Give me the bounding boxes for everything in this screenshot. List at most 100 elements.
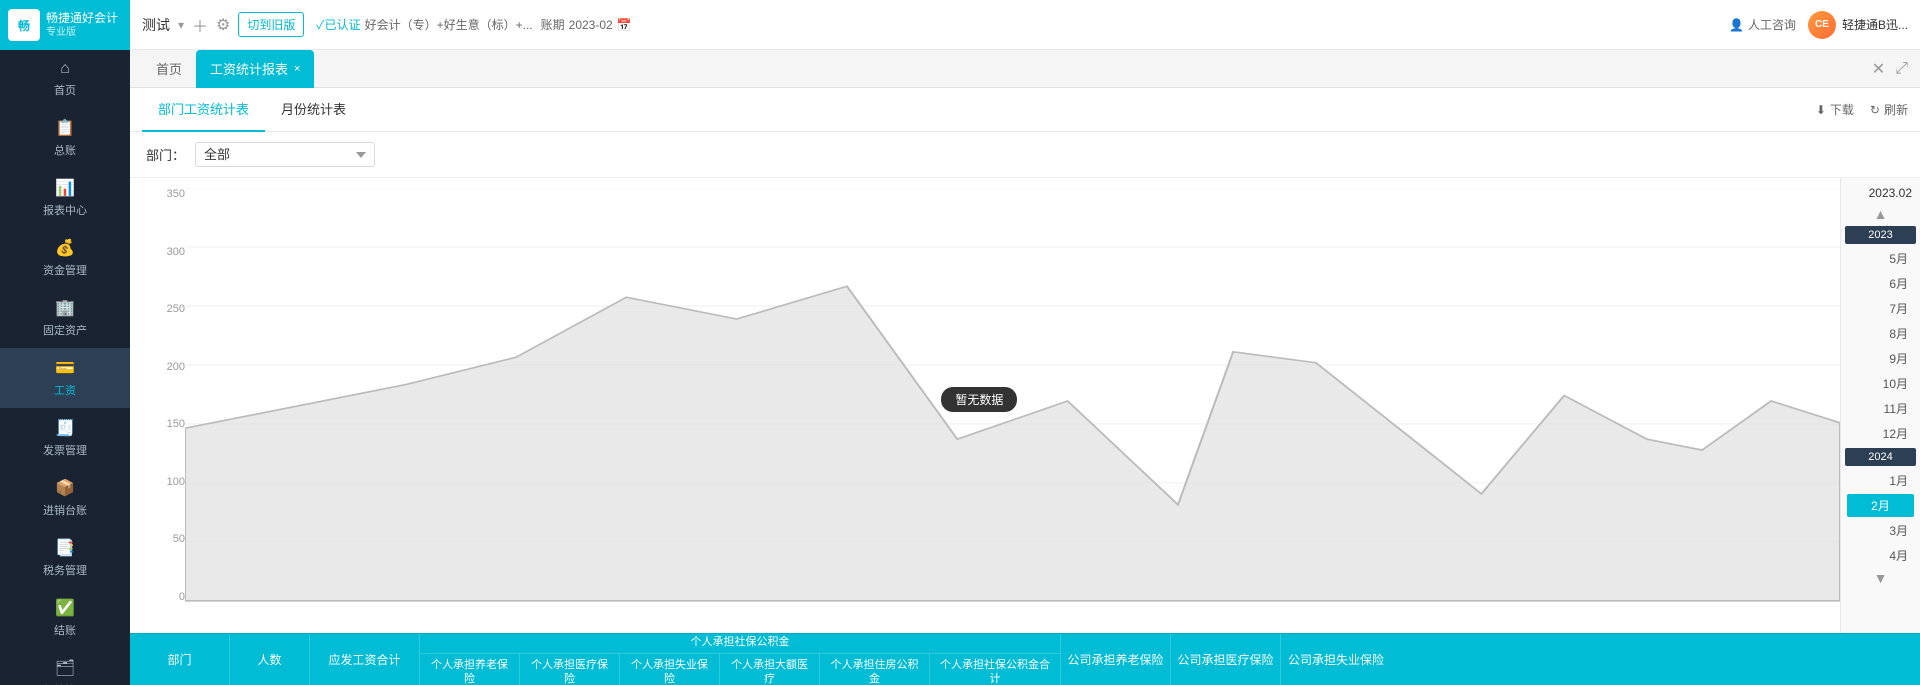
year-2024-label: 2024 — [1845, 448, 1916, 466]
topbar-right: 👤 人工咨询 CE 轻捷通B迅... — [1729, 11, 1908, 39]
sub-tab-actions: ⬇ 下载 ↻ 刷新 — [1816, 101, 1908, 118]
topbar-tags: ✓已认证 好会计（专）+好生意（标）+... — [316, 16, 532, 33]
month-jun-2023[interactable]: 6月 — [1841, 271, 1920, 296]
sidebar-icon-invoices: 🧾 — [55, 418, 75, 438]
y-label-250: 250 — [150, 303, 185, 315]
tab-payroll-report[interactable]: 工资统计报表 × — [196, 50, 314, 88]
y-label-300: 300 — [150, 246, 185, 258]
month-oct-2023[interactable]: 10月 — [1841, 371, 1920, 396]
year-2023-label: 2023 — [1845, 226, 1916, 244]
col-personal-major-medical: 个人承担大额医疗 — [720, 654, 820, 685]
dept-filter-select[interactable]: 全部 部门A 部门B — [195, 142, 375, 167]
help-label: 人工咨询 — [1748, 16, 1796, 33]
month-mar-2024[interactable]: 3月 — [1841, 518, 1920, 543]
sidebar-icon-tax: 📑 — [55, 538, 75, 558]
col-headcount: 人数 — [230, 634, 310, 685]
sidebar-label-payroll: 工资 — [54, 382, 76, 398]
col-dept: 部门 — [130, 634, 230, 685]
download-button[interactable]: ⬇ 下载 — [1816, 101, 1854, 118]
logo-text: 畅捷通好会计 专业版 — [46, 11, 118, 40]
period-label: 账期 — [541, 16, 565, 33]
chart-section: 350 300 250 200 150 100 50 0 — [130, 178, 1920, 633]
sidebar-icon-payroll: 💳 — [55, 358, 75, 378]
sidebar-icon-archive: 🗂 — [55, 658, 75, 678]
col-total-salary: 应发工资合计 — [310, 634, 420, 685]
sidebar-logo: 畅 畅捷通好会计 专业版 — [0, 0, 130, 50]
refresh-button[interactable]: ↻ 刷新 — [1870, 101, 1908, 118]
sidebar-label-ledger: 总账 — [54, 142, 76, 158]
sidebar-label-settlement: 结账 — [54, 622, 76, 638]
company-dropdown-icon[interactable]: ▾ — [178, 18, 184, 32]
month-apr-2024[interactable]: 4月 — [1841, 543, 1920, 568]
settings-icon[interactable]: ⚙ — [216, 15, 230, 35]
expand-panel-icon[interactable]: ⤢ — [1895, 60, 1908, 78]
sidebar-icon-funds: 💰 — [55, 238, 75, 258]
topbar: 测试 ▾ ＋ ⚙ 切到旧版 ✓已认证 好会计（专）+好生意（标）+... 账期 … — [130, 0, 1920, 50]
product-tags: 好会计（专）+好生意（标）+... — [365, 16, 533, 33]
sidebar-label-funds: 资金管理 — [43, 262, 87, 278]
switch-version-button[interactable]: 切到旧版 — [238, 12, 304, 37]
sidebar-item-settlement[interactable]: ✅ 结账 — [0, 588, 130, 648]
y-label-0: 0 — [150, 591, 185, 603]
sidebar-item-funds[interactable]: 💰 资金管理 — [0, 228, 130, 288]
sidebar-item-home[interactable]: ⌂ 首页 — [0, 50, 130, 108]
col-group-cells: 个人承担养老保险 个人承担医疗保险 个人承担失业保险 个人承担大额医疗 个人承担… — [420, 654, 1060, 685]
month-sep-2023[interactable]: 9月 — [1841, 346, 1920, 371]
y-label-350: 350 — [150, 188, 185, 200]
sidebar-item-assets[interactable]: 🏢 固定资产 — [0, 288, 130, 348]
sidebar-item-archive[interactable]: 🗂 归档管理 — [0, 648, 130, 685]
month-feb-2024[interactable]: 2月 — [1847, 494, 1914, 517]
account-period: 账期 2023-02 📅 — [541, 16, 632, 33]
month-dec-2023[interactable]: 12月 — [1841, 421, 1920, 446]
content-area: 首页 工资统计报表 × ✕ ⤢ 部门工资统计表 月份统计表 ⬇ — [130, 50, 1920, 685]
col-company-unemployment: 公司承担失业保险 — [1281, 634, 1391, 685]
col-personal-unemployment: 个人承担失业保险 — [620, 654, 720, 685]
calendar-icon[interactable]: 📅 — [617, 18, 632, 32]
sidebar-nav: ⌂ 首页 📋 总账 📊 报表中心 💰 资金管理 🏢 固定资产 💳 工资 🧾 发票… — [0, 50, 130, 685]
add-button[interactable]: ＋ — [192, 13, 208, 37]
sidebar-item-invoices[interactable]: 🧾 发票管理 — [0, 408, 130, 468]
logo-icon: 畅 — [8, 9, 40, 41]
help-button[interactable]: 👤 人工咨询 — [1729, 16, 1796, 33]
close-panel-icon[interactable]: ✕ — [1872, 59, 1885, 79]
period-value: 2023-02 — [569, 18, 613, 32]
user-menu[interactable]: CE 轻捷通B迅... — [1808, 11, 1908, 39]
sidebar-icon-reports: 📊 — [55, 178, 75, 198]
sidebar-label-tax: 税务管理 — [43, 562, 87, 578]
chart-svg — [185, 188, 1840, 603]
sidebar-item-tax[interactable]: 📑 税务管理 — [0, 528, 130, 588]
month-jul-2023[interactable]: 7月 — [1841, 296, 1920, 321]
sidebar-label-home: 首页 — [54, 82, 76, 98]
company-name: 测试 — [142, 15, 170, 35]
side-panel-nav-up[interactable]: ▲ — [1841, 204, 1920, 224]
month-aug-2023[interactable]: 8月 — [1841, 321, 1920, 346]
sidebar-icon-home: ⌂ — [60, 60, 70, 78]
col-company-pension: 公司承担养老保险 — [1061, 634, 1171, 685]
sidebar-label-reports: 报表中心 — [43, 202, 87, 218]
table-header: 部门 人数 应发工资合计 个人承担社保公积金 个人承担养老保险 个人承担医疗保险 — [130, 633, 1920, 685]
tab-home[interactable]: 首页 — [142, 50, 196, 88]
sub-tab-month[interactable]: 月份统计表 — [265, 88, 362, 132]
month-nov-2023[interactable]: 11月 — [1841, 396, 1920, 421]
y-label-100: 100 — [150, 476, 185, 488]
side-panel-nav-down[interactable]: ▼ — [1841, 568, 1920, 588]
sidebar-icon-ledger: 📋 — [55, 118, 75, 138]
sidebar-item-payroll[interactable]: 💳 工资 — [0, 348, 130, 408]
side-panel: 2023.02 ▲ 2023 5月 6月 7月 8月 9月 10月 11月 12… — [1840, 178, 1920, 633]
y-label-50: 50 — [150, 533, 185, 545]
month-jan-2024[interactable]: 1月 — [1841, 468, 1920, 493]
sidebar-item-sales[interactable]: 📦 进销台账 — [0, 468, 130, 528]
side-panel-year-display: 2023.02 — [1841, 182, 1920, 204]
username: 轻捷通B迅... — [1842, 16, 1908, 33]
month-may-2023[interactable]: 5月 — [1841, 246, 1920, 271]
chart-area: 暂无数据 — [185, 188, 1840, 603]
sub-tab-dept[interactable]: 部门工资统计表 — [142, 88, 265, 132]
filter-dept-label: 部门： — [146, 145, 185, 164]
sidebar-item-ledger[interactable]: 📋 总账 — [0, 108, 130, 168]
cert-tag: ✓已认证 — [316, 16, 360, 33]
sidebar-item-reports[interactable]: 📊 报表中心 — [0, 168, 130, 228]
sidebar-label-assets: 固定资产 — [43, 322, 87, 338]
filter-bar: 部门： 全部 部门A 部门B — [130, 132, 1920, 178]
help-icon: 👤 — [1729, 18, 1744, 32]
tab-close-icon[interactable]: × — [294, 63, 300, 75]
